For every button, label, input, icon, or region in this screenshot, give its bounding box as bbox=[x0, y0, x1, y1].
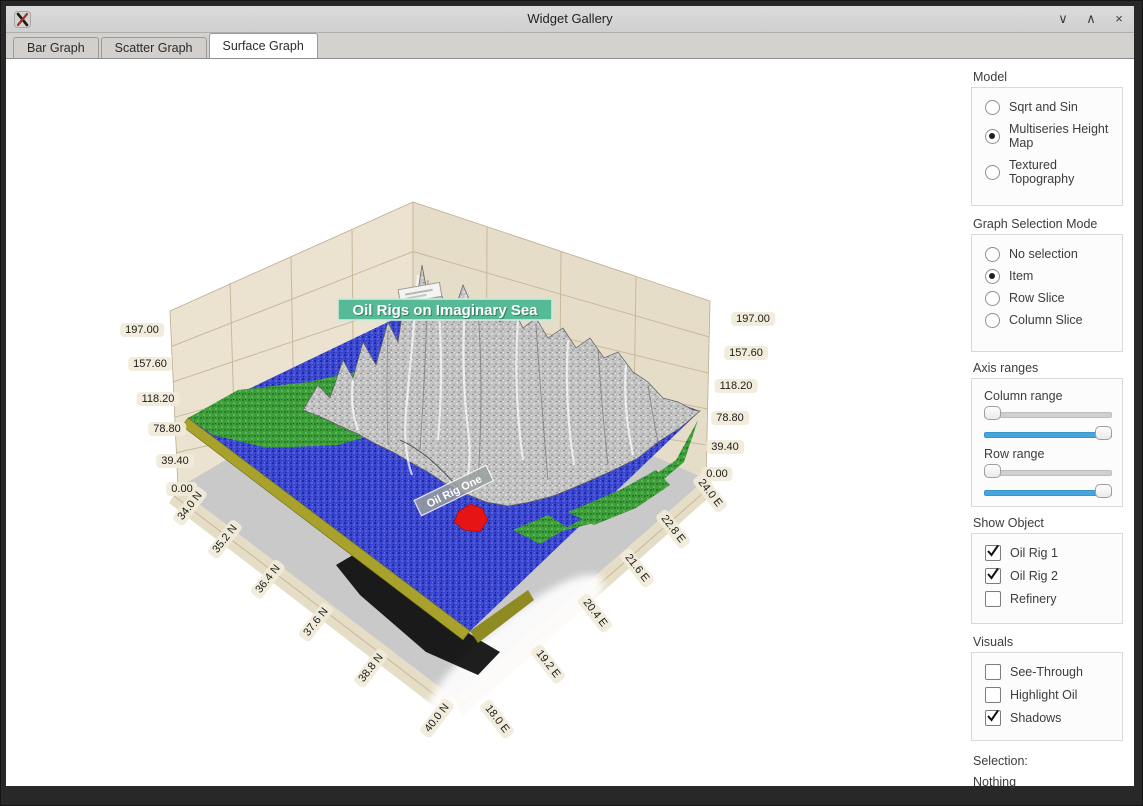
slider-handle[interactable] bbox=[984, 406, 1001, 420]
selection-mode-group: No selection Item Row Slice Column Slice bbox=[971, 234, 1123, 352]
radio-icon bbox=[985, 165, 1000, 180]
slider-track[interactable] bbox=[984, 432, 1112, 438]
show-object-group: Oil Rig 1 Oil Rig 2 Refinery bbox=[971, 533, 1123, 624]
checkbox-refinery[interactable]: Refinery bbox=[985, 591, 1122, 607]
y-axis-tick-right: 197.00 bbox=[731, 312, 775, 326]
y-axis-tick-left: 118.20 bbox=[137, 392, 180, 406]
radio-row-slice[interactable]: Row Slice bbox=[985, 291, 1122, 306]
window-frame: Widget Gallery ∨ ∧ × Bar Graph Scatter G… bbox=[0, 0, 1143, 806]
column-range-min-slider[interactable] bbox=[984, 406, 1112, 422]
checkbox-see-through[interactable]: See-Through bbox=[985, 664, 1122, 680]
y-axis-tick-right: 157.60 bbox=[724, 346, 768, 360]
radio-sqrt-and-sin[interactable]: Sqrt and Sin bbox=[985, 100, 1122, 115]
title-bar[interactable]: Widget Gallery ∨ ∧ × bbox=[6, 6, 1134, 33]
checkbox-checked-icon bbox=[985, 545, 1001, 561]
checkbox-checked-icon bbox=[985, 568, 1001, 584]
slider-handle[interactable] bbox=[1095, 426, 1112, 440]
minimize-button[interactable]: ∨ bbox=[1054, 9, 1072, 29]
radio-selected-icon bbox=[985, 269, 1000, 284]
y-axis-tick-right: 118.20 bbox=[715, 379, 758, 393]
surface-plot[interactable]: Oil Rig One Oil Rigs on Imaginary Sea Oi… bbox=[8, 60, 965, 786]
tab-bar: Bar Graph Scatter Graph Surface Graph bbox=[6, 33, 1134, 58]
selection-status-label: Selection: bbox=[973, 754, 1028, 768]
radio-icon bbox=[985, 313, 1000, 328]
axis-ranges-group-title: Axis ranges bbox=[973, 361, 1038, 375]
selection-mode-group-title: Graph Selection Mode bbox=[973, 217, 1097, 231]
chart-title-banner: Oil Rigs on Imaginary Sea Oil Rigs on Im… bbox=[338, 299, 552, 320]
checkbox-shadows[interactable]: Shadows bbox=[985, 710, 1122, 726]
slider-track[interactable] bbox=[984, 470, 1112, 476]
radio-icon bbox=[985, 291, 1000, 306]
checkbox-oil-rig-2[interactable]: Oil Rig 2 bbox=[985, 568, 1122, 584]
column-range-max-slider[interactable] bbox=[984, 426, 1112, 442]
y-axis-tick-left: 39.40 bbox=[156, 454, 194, 468]
column-range-label: Column range bbox=[984, 389, 1122, 403]
model-group-title: Model bbox=[973, 70, 1007, 84]
row-range-label: Row range bbox=[984, 447, 1122, 461]
window-title: Widget Gallery bbox=[6, 11, 1134, 26]
selection-status-value: Nothing bbox=[973, 775, 1016, 789]
show-object-group-title: Show Object bbox=[973, 516, 1044, 530]
control-panel: Model Sqrt and Sin Multiseries Height Ma… bbox=[966, 59, 1134, 786]
checkbox-checked-icon bbox=[985, 710, 1001, 726]
radio-textured-topography[interactable]: Textured Topography bbox=[985, 158, 1122, 187]
maximize-button[interactable]: ∧ bbox=[1082, 9, 1100, 29]
checkbox-icon bbox=[985, 687, 1001, 703]
slider-track[interactable] bbox=[984, 490, 1112, 496]
radio-multiseries-height-map[interactable]: Multiseries Height Map bbox=[985, 122, 1122, 151]
tab-scatter-graph[interactable]: Scatter Graph bbox=[101, 37, 207, 58]
y-axis-tick-right: 78.80 bbox=[711, 411, 749, 425]
visuals-group-title: Visuals bbox=[973, 635, 1013, 649]
checkbox-oil-rig-1[interactable]: Oil Rig 1 bbox=[985, 545, 1122, 561]
y-axis-tick-right: 39.40 bbox=[706, 440, 744, 454]
radio-column-slice[interactable]: Column Slice bbox=[985, 313, 1122, 328]
radio-item[interactable]: Item bbox=[985, 269, 1122, 284]
checkbox-icon bbox=[985, 591, 1001, 607]
slider-handle[interactable] bbox=[1095, 484, 1112, 498]
y-axis-tick-left: 197.00 bbox=[120, 323, 164, 337]
chart-title: Oil Rigs on Imaginary Sea bbox=[352, 302, 538, 319]
app-window: Widget Gallery ∨ ∧ × Bar Graph Scatter G… bbox=[6, 6, 1134, 786]
slider-track[interactable] bbox=[984, 412, 1112, 418]
radio-icon bbox=[985, 100, 1000, 115]
tab-surface-graph[interactable]: Surface Graph bbox=[209, 33, 318, 58]
radio-selected-icon bbox=[985, 129, 1000, 144]
radio-icon bbox=[985, 247, 1000, 262]
close-button[interactable]: × bbox=[1110, 9, 1128, 29]
y-axis-tick-left: 78.80 bbox=[148, 422, 186, 436]
checkbox-highlight-oil[interactable]: Highlight Oil bbox=[985, 687, 1122, 703]
row-range-min-slider[interactable] bbox=[984, 464, 1112, 480]
visuals-group: See-Through Highlight Oil Shadows bbox=[971, 652, 1123, 741]
checkbox-icon bbox=[985, 664, 1001, 680]
tab-bar-graph[interactable]: Bar Graph bbox=[13, 37, 99, 58]
model-group: Sqrt and Sin Multiseries Height Map Text… bbox=[971, 87, 1123, 206]
axis-ranges-group: Column range Row range bbox=[971, 378, 1123, 507]
y-axis-tick-left: 157.60 bbox=[128, 357, 172, 371]
row-range-max-slider[interactable] bbox=[984, 484, 1112, 500]
slider-handle[interactable] bbox=[984, 464, 1001, 478]
tab-content: Oil Rig One Oil Rigs on Imaginary Sea Oi… bbox=[6, 58, 1134, 786]
radio-no-selection[interactable]: No selection bbox=[985, 247, 1122, 262]
